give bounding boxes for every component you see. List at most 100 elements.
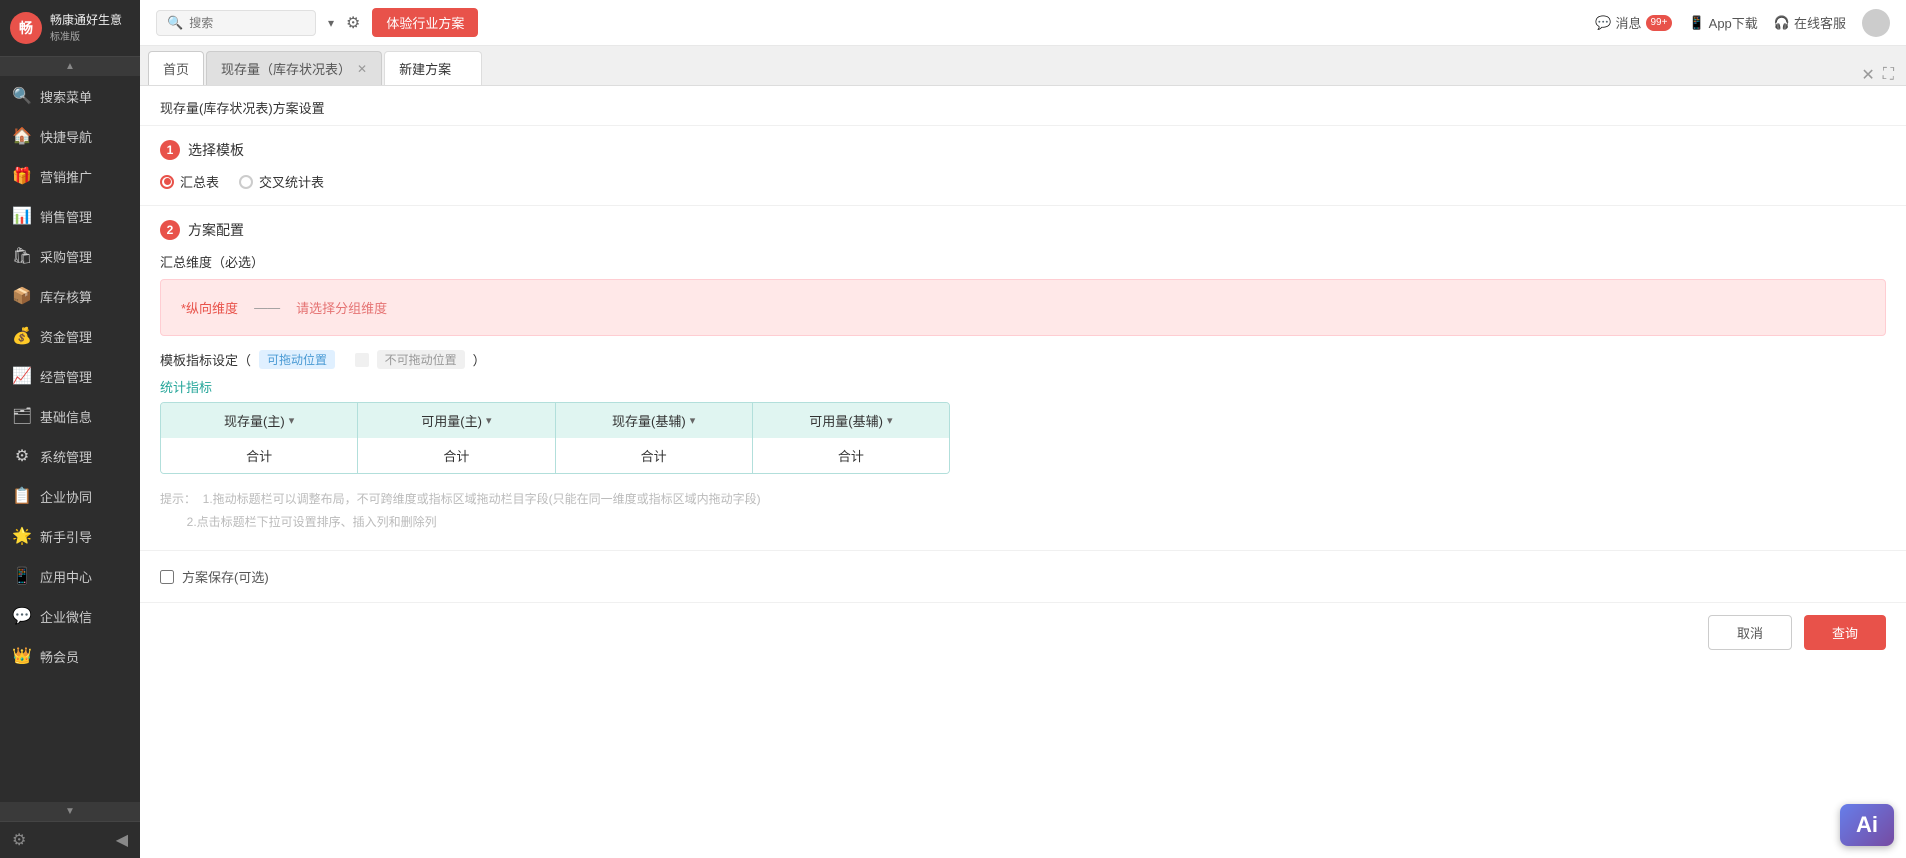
stat-col-3-arrow: ▾ — [690, 414, 696, 427]
sidebar-item-label: 销售管理 — [40, 207, 92, 226]
save-checkbox[interactable] — [160, 570, 174, 584]
section2-title: 2 方案配置 — [160, 220, 1886, 240]
inventory-tab-close[interactable]: ✕ — [357, 62, 367, 76]
stat-body-col-1: 合计 — [161, 438, 358, 473]
non-draggable-badge: 不可拖动位置 — [377, 350, 465, 369]
section2-label: 方案配置 — [188, 220, 244, 240]
sidebar-items-list: 🔍 搜索菜单 🏠 快捷导航 🎁 营销推广 📊 销售管理 🛍 采购管理 📦 库存核… — [0, 76, 140, 802]
save-option-label: 方案保存(可选) — [182, 567, 269, 586]
stat-col-4[interactable]: 可用量(基辅) ▾ — [753, 403, 949, 438]
stat-col-1-arrow: ▾ — [289, 414, 295, 427]
section1-number: 1 — [160, 140, 180, 160]
query-button[interactable]: 查询 — [1804, 615, 1886, 650]
topbar-dropdown[interactable]: ▾ — [328, 16, 334, 30]
online-service-label: 在线客服 — [1794, 13, 1846, 32]
template-radio-group: 汇总表 交叉统计表 — [160, 172, 1886, 191]
stat-table-body: 合计 合计 合计 合计 — [161, 438, 949, 473]
chart-icon: 📊 — [12, 206, 32, 226]
settings-bottom-icon[interactable]: ⚙ — [12, 830, 26, 850]
collapse-icon[interactable]: ◀ — [116, 830, 128, 850]
sidebar-item-base-info[interactable]: 🗂 基础信息 — [0, 396, 140, 436]
topbar-search[interactable]: 🔍 — [156, 10, 316, 36]
stat-col-1-name: 现存量(主) — [224, 411, 285, 430]
gear-icon: ⚙ — [12, 446, 32, 466]
sidebar-item-label: 采购管理 — [40, 247, 92, 266]
user-avatar[interactable] — [1862, 9, 1890, 37]
indicator-settings: 模板指标设定（ 可拖动位置 不可拖动位置 ） 统计指标 现存量(主) — [160, 350, 1886, 532]
sidebar-item-label: 企业协同 — [40, 487, 92, 506]
radio-summary[interactable]: 汇总表 — [160, 172, 219, 191]
search-icon: 🔍 — [167, 15, 183, 31]
close-window-btn[interactable]: ✕ — [1861, 65, 1874, 85]
section-plan-config: 2 方案配置 汇总维度（必选） *纵向维度 —— 请选择分组维度 模板指标设定（… — [140, 206, 1906, 551]
stat-body-col-3: 合计 — [556, 438, 753, 473]
sidebar-item-app-center[interactable]: 📱 应用中心 — [0, 556, 140, 596]
topbar-right: 💬 消息 99+ 📱 App下载 🎧 在线客服 — [1595, 9, 1890, 37]
radio-cross[interactable]: 交叉统计表 — [239, 172, 324, 191]
ai-badge[interactable]: Ai — [1840, 804, 1894, 846]
sidebar-item-newbie[interactable]: 🌟 新手引导 — [0, 516, 140, 556]
stat-table-header: 现存量(主) ▾ 可用量(主) ▾ 现存量(基辅) ▾ — [161, 403, 949, 438]
app-download-label: App下载 — [1709, 13, 1758, 32]
stat-col-3[interactable]: 现存量(基辅) ▾ — [556, 403, 753, 438]
online-service-btn[interactable]: 🎧 在线客服 — [1774, 13, 1846, 32]
sidebar-item-label: 资金管理 — [40, 327, 92, 346]
sidebar-item-system[interactable]: ⚙ 系统管理 — [0, 436, 140, 476]
topbar-settings-icon[interactable]: ⚙ — [346, 13, 360, 33]
stat-table-container: 统计指标 现存量(主) ▾ 可用量(主) ▾ — [160, 377, 1886, 474]
sidebar-item-label: 快捷导航 — [40, 127, 92, 146]
app-download-btn[interactable]: 📱 App下载 — [1688, 13, 1757, 32]
sidebar-item-business[interactable]: 📈 经营管理 — [0, 356, 140, 396]
sidebar-item-quick-nav[interactable]: 🏠 快捷导航 — [0, 116, 140, 156]
crown-icon: 👑 — [12, 646, 32, 666]
non-draggable-icon — [355, 353, 369, 367]
sidebar-item-purchase[interactable]: 🛍 采购管理 — [0, 236, 140, 276]
cancel-button[interactable]: 取消 — [1708, 615, 1792, 650]
sidebar-item-member[interactable]: 👑 畅会员 — [0, 636, 140, 676]
tabs-bar: 首页 现存量（库存状况表） ✕ 新建方案 ✕ ✕ ⛶ — [140, 46, 1906, 86]
chat-icon: 💬 — [12, 606, 32, 626]
sidebar-scroll-up[interactable]: ▲ — [0, 57, 140, 76]
app-logo-text: 畅康通好生意 标准版 — [50, 13, 122, 44]
sidebar-item-marketing[interactable]: 🎁 营销推广 — [0, 156, 140, 196]
new-plan-tab-close[interactable]: ✕ — [457, 62, 467, 76]
sidebar-item-label: 畅会员 — [40, 647, 79, 666]
stat-body-col-4: 合计 — [753, 438, 949, 473]
sidebar-item-wechat[interactable]: 💬 企业微信 — [0, 596, 140, 636]
tab-inventory[interactable]: 现存量（库存状况表） ✕ — [206, 51, 382, 85]
section1-label: 选择模板 — [188, 140, 244, 160]
stat-body-col-2: 合计 — [358, 438, 555, 473]
search-input[interactable] — [189, 16, 289, 30]
download-icon: 📱 — [1688, 15, 1704, 31]
folder-icon: 🗂 — [12, 406, 32, 426]
home-icon: 🏠 — [12, 126, 32, 146]
sidebar-item-sales[interactable]: 📊 销售管理 — [0, 196, 140, 236]
stat-col-3-name: 现存量(基辅) — [612, 411, 686, 430]
sidebar-item-inventory[interactable]: 📦 库存核算 — [0, 276, 140, 316]
sidebar-scroll-down[interactable]: ▼ — [0, 802, 140, 821]
sidebar-item-finance[interactable]: 💰 资金管理 — [0, 316, 140, 356]
sidebar-item-label: 搜索菜单 — [40, 87, 92, 106]
sidebar-item-search[interactable]: 🔍 搜索菜单 — [0, 76, 140, 116]
stat-col-1[interactable]: 现存量(主) ▾ — [161, 403, 358, 438]
sidebar-item-enterprise[interactable]: 📋 企业协同 — [0, 476, 140, 516]
sidebar: 畅 畅康通好生意 标准版 ▲ 🔍 搜索菜单 🏠 快捷导航 🎁 营销推广 📊 销售… — [0, 0, 140, 858]
content-area: 现存量(库存状况表)方案设置 1 选择模板 汇总表 交叉统计表 — [140, 86, 1906, 858]
save-option: 方案保存(可选) — [140, 551, 1906, 602]
tab-home[interactable]: 首页 — [148, 51, 204, 85]
message-badge: 99+ — [1646, 15, 1673, 31]
tab-new-plan[interactable]: 新建方案 ✕ — [384, 51, 482, 85]
message-icon: 💬 — [1595, 15, 1611, 31]
sidebar-item-label: 基础信息 — [40, 407, 92, 426]
main-area: 🔍 ▾ ⚙ 体验行业方案 💬 消息 99+ 📱 App下载 🎧 在线客服 — [140, 0, 1906, 858]
stat-col-2[interactable]: 可用量(主) ▾ — [358, 403, 555, 438]
mobile-icon: 📱 — [12, 566, 32, 586]
dimension-placeholder-text[interactable]: 请选择分组维度 — [296, 298, 387, 317]
dropdown-label: ▾ — [328, 16, 334, 30]
trial-btn[interactable]: 体验行业方案 — [372, 8, 478, 37]
stat-col-2-name: 可用量(主) — [421, 411, 482, 430]
topbar: 🔍 ▾ ⚙ 体验行业方案 💬 消息 99+ 📱 App下载 🎧 在线客服 — [140, 0, 1906, 46]
section-choose-template: 1 选择模板 汇总表 交叉统计表 — [140, 126, 1906, 206]
expand-window-btn[interactable]: ⛶ — [1883, 66, 1894, 84]
message-btn[interactable]: 💬 消息 99+ — [1595, 13, 1672, 32]
